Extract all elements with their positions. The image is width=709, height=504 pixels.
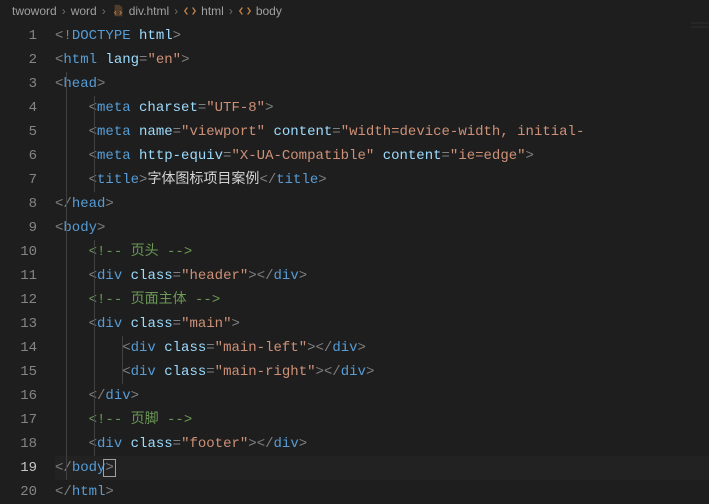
crumb-word[interactable]: word [71, 4, 97, 18]
line-number[interactable]: 13 [0, 312, 37, 336]
line-number[interactable]: 9 [0, 216, 37, 240]
code-line[interactable]: <!-- 页脚 --> [55, 408, 709, 432]
chevron-right-icon: › [229, 4, 233, 18]
code-line[interactable]: <div class="header"></div> [55, 264, 709, 288]
line-number[interactable]: 5 [0, 120, 37, 144]
line-number[interactable]: 7 [0, 168, 37, 192]
crumb-twoword[interactable]: twoword [12, 4, 57, 18]
line-number[interactable]: 19 [0, 456, 37, 480]
line-number[interactable]: 14 [0, 336, 37, 360]
minimap[interactable] [691, 22, 709, 72]
code-line[interactable]: <body> [55, 216, 709, 240]
code-editor[interactable]: 1 2 3 4 5 6 7 8 9 10 11 12 13 14 15 16 1… [0, 22, 709, 504]
code-line[interactable]: </div> [55, 384, 709, 408]
symbol-icon [238, 4, 252, 18]
line-number[interactable]: 3 [0, 72, 37, 96]
line-number[interactable]: 15 [0, 360, 37, 384]
line-number[interactable]: 8 [0, 192, 37, 216]
symbol-icon [183, 4, 197, 18]
line-number[interactable]: 12 [0, 288, 37, 312]
code-line[interactable]: <meta charset="UTF-8"> [55, 96, 709, 120]
cursor: > [103, 459, 115, 477]
code-line[interactable]: <div class="main-right"></div> [55, 360, 709, 384]
line-number[interactable]: 18 [0, 432, 37, 456]
chevron-right-icon: › [174, 4, 178, 18]
crumb-file[interactable]: div.html [111, 4, 169, 18]
chevron-right-icon: › [102, 4, 106, 18]
line-number[interactable]: 6 [0, 144, 37, 168]
crumb-html[interactable]: html [183, 4, 224, 18]
code-line[interactable]: <meta http-equiv="X-UA-Compatible" conte… [55, 144, 709, 168]
line-number[interactable]: 2 [0, 48, 37, 72]
code-line[interactable]: <head> [55, 72, 709, 96]
line-number[interactable]: 16 [0, 384, 37, 408]
line-number[interactable]: 17 [0, 408, 37, 432]
file-code-icon [111, 4, 125, 18]
line-number[interactable]: 11 [0, 264, 37, 288]
crumb-body[interactable]: body [238, 4, 282, 18]
code-line[interactable]: <div class="footer"></div> [55, 432, 709, 456]
line-number[interactable]: 1 [0, 24, 37, 48]
chevron-right-icon: › [62, 4, 66, 18]
code-line[interactable]: <html lang="en"> [55, 48, 709, 72]
code-line[interactable]: </html> [55, 480, 709, 504]
code-area[interactable]: <!DOCTYPE html> <html lang="en"> <head> … [55, 24, 709, 504]
line-number[interactable]: 4 [0, 96, 37, 120]
code-line[interactable]: <!DOCTYPE html> [55, 24, 709, 48]
code-line[interactable]: <!-- 页头 --> [55, 240, 709, 264]
code-line[interactable]: <div class="main-left"></div> [55, 336, 709, 360]
code-line-active[interactable]: </body> [55, 456, 709, 480]
code-line[interactable]: <meta name="viewport" content="width=dev… [55, 120, 709, 144]
code-line[interactable]: </head> [55, 192, 709, 216]
code-line[interactable]: <!-- 页面主体 --> [55, 288, 709, 312]
code-line[interactable]: <div class="main"> [55, 312, 709, 336]
line-number[interactable]: 20 [0, 480, 37, 504]
line-number-gutter[interactable]: 1 2 3 4 5 6 7 8 9 10 11 12 13 14 15 16 1… [0, 24, 55, 504]
line-number[interactable]: 10 [0, 240, 37, 264]
code-line[interactable]: <title>字体图标项目案例</title> [55, 168, 709, 192]
breadcrumb[interactable]: twoword › word › div.html › html › body [0, 0, 709, 22]
